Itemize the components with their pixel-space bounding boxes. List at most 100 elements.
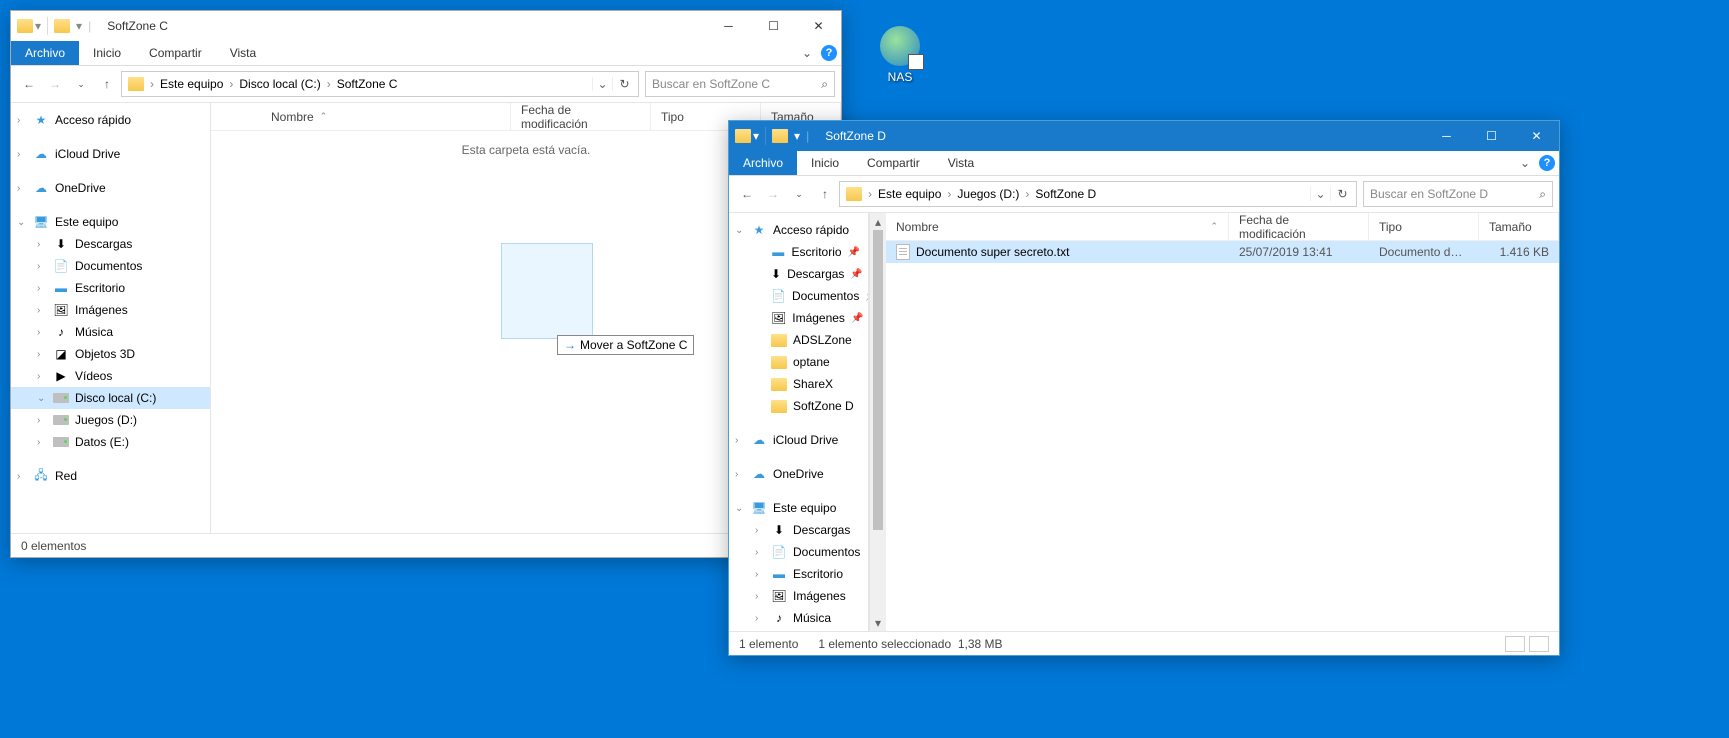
ribbon-expand-button[interactable]: ⌄ [1515,151,1535,175]
sidebar-item-onedrive[interactable]: ›☁OneDrive [11,177,210,199]
sidebar-item-quick-access[interactable]: ⌄★Acceso rápido [729,219,868,241]
back-button[interactable]: ← [17,72,41,96]
sidebar-item-this-pc[interactable]: ⌄🖥Este equipo [729,497,868,519]
up-button[interactable]: ↑ [95,72,119,96]
chevron-right-icon[interactable]: › [945,187,953,201]
tab-home[interactable]: Inicio [797,151,853,175]
forward-button[interactable]: → [43,72,67,96]
sidebar-item-downloads[interactable]: ›⬇Descargas [11,233,210,255]
sidebar-item-3d-objects[interactable]: ›◪Objetos 3D [729,629,868,631]
column-name[interactable]: Nombre⌃ [211,103,511,130]
tab-file[interactable]: Archivo [729,151,797,175]
sidebar-item-icloud[interactable]: ›☁iCloud Drive [729,429,868,451]
column-date[interactable]: Fecha de modificación [1229,213,1369,240]
sidebar-item-onedrive[interactable]: ›☁OneDrive [729,463,868,485]
sidebar-item-images[interactable]: ›🖼Imágenes [729,585,868,607]
sidebar-item-sharex[interactable]: ShareX [729,373,868,395]
address-dropdown[interactable]: ⌄ [1310,187,1330,201]
breadcrumb[interactable]: Este equipo [156,77,227,91]
sidebar-item-downloads[interactable]: ⬇Descargas📌 [729,263,868,285]
qat-button[interactable]: ▾ [35,19,41,33]
column-date[interactable]: Fecha de modificación [511,103,651,130]
column-name[interactable]: Nombre⌃ [886,213,1229,240]
maximize-button[interactable]: ☐ [751,11,796,41]
forward-button[interactable]: → [761,182,785,206]
tab-home[interactable]: Inicio [79,41,135,65]
sidebar-item-documents[interactable]: 📄Documentos📌 [729,285,868,307]
titlebar[interactable]: ▾ ▾ | SoftZone D ─ ☐ ✕ [729,121,1559,151]
sidebar-item-network[interactable]: ›🖧Red [11,465,210,487]
search-input[interactable]: Buscar en SoftZone C ⌕ [645,71,835,97]
scroll-down-button[interactable]: ▾ [870,614,886,631]
qat-dropdown[interactable]: ▾ [794,129,800,143]
sidebar-item-disk-c[interactable]: ⌄Disco local (C:) [11,387,210,409]
column-size[interactable]: Tamaño [1479,213,1559,240]
sidebar-item-softzoned[interactable]: SoftZone D [729,395,868,417]
chevron-right-icon[interactable]: › [866,187,874,201]
tab-view[interactable]: Vista [934,151,988,175]
sidebar-item-data-e[interactable]: ›Datos (E:) [11,431,210,453]
breadcrumb[interactable]: SoftZone C [333,77,402,91]
breadcrumb[interactable]: Disco local (C:) [235,77,324,91]
sidebar-item-desktop[interactable]: ▬Escritorio📌 [729,241,868,263]
chevron-right-icon[interactable]: › [148,77,156,91]
sidebar-item-optane[interactable]: optane [729,351,868,373]
sidebar-item-documents[interactable]: ›📄Documentos [729,541,868,563]
desktop-shortcut-nas[interactable]: NAS [862,26,938,84]
chevron-right-icon[interactable]: › [1023,187,1031,201]
sidebar-item-music[interactable]: ›♪Música [11,321,210,343]
refresh-button[interactable]: ↻ [612,77,636,91]
tab-view[interactable]: Vista [216,41,270,65]
sidebar-item-downloads[interactable]: ›⬇Descargas [729,519,868,541]
sidebar-item-desktop[interactable]: ›▬Escritorio [11,277,210,299]
address-dropdown[interactable]: ⌄ [592,77,612,91]
breadcrumb[interactable]: Este equipo [874,187,945,201]
sidebar-item-icloud[interactable]: ›☁iCloud Drive [11,143,210,165]
sidebar-item-this-pc[interactable]: ⌄🖥Este equipo [11,211,210,233]
tab-share[interactable]: Compartir [853,151,934,175]
ribbon-expand-button[interactable]: ⌄ [797,41,817,65]
sidebar-item-3d-objects[interactable]: ›◪Objetos 3D [11,343,210,365]
tab-share[interactable]: Compartir [135,41,216,65]
help-button[interactable]: ? [817,41,841,65]
close-button[interactable]: ✕ [1514,121,1559,151]
recent-button[interactable]: ⌄ [787,182,811,206]
qat-button[interactable]: ▾ [753,129,759,143]
file-row[interactable]: Documento super secreto.txt 25/07/2019 1… [886,241,1559,263]
close-button[interactable]: ✕ [796,11,841,41]
sidebar-item-desktop[interactable]: ›▬Escritorio [729,563,868,585]
recent-button[interactable]: ⌄ [69,72,93,96]
address-bar[interactable]: › Este equipo › Juegos (D:) › SoftZone D… [839,181,1357,207]
help-button[interactable]: ? [1535,151,1559,175]
text-document-icon [896,244,910,260]
refresh-button[interactable]: ↻ [1330,187,1354,201]
address-bar[interactable]: › Este equipo › Disco local (C:) › SoftZ… [121,71,639,97]
view-details-button[interactable] [1505,636,1525,652]
search-input[interactable]: Buscar en SoftZone D ⌕ [1363,181,1553,207]
titlebar[interactable]: ▾ ▾ | SoftZone C ─ ☐ ✕ [11,11,841,41]
sidebar-item-videos[interactable]: ›▶Vídeos [11,365,210,387]
sidebar-item-images[interactable]: ›🖼Imágenes [11,299,210,321]
minimize-button[interactable]: ─ [706,11,751,41]
chevron-right-icon[interactable]: › [325,77,333,91]
up-button[interactable]: ↑ [813,182,837,206]
scroll-up-button[interactable]: ▴ [870,213,886,230]
tab-file[interactable]: Archivo [11,41,79,65]
breadcrumb[interactable]: Juegos (D:) [953,187,1023,201]
sidebar-item-quick-access[interactable]: ›★Acceso rápido [11,109,210,131]
qat-dropdown[interactable]: ▾ [76,19,82,33]
chevron-right-icon[interactable]: › [227,77,235,91]
sidebar-item-music[interactable]: ›♪Música [729,607,868,629]
view-icons-button[interactable] [1529,636,1549,652]
column-type[interactable]: Tipo [1369,213,1479,240]
minimize-button[interactable]: ─ [1424,121,1469,151]
sidebar-item-images[interactable]: 🖼Imágenes📌 [729,307,868,329]
maximize-button[interactable]: ☐ [1469,121,1514,151]
sidebar-scrollbar[interactable]: ▴ ▾ [869,213,886,631]
breadcrumb[interactable]: SoftZone D [1031,187,1100,201]
back-button[interactable]: ← [735,182,759,206]
sidebar-item-games-d[interactable]: ›Juegos (D:) [11,409,210,431]
sidebar-item-documents[interactable]: ›📄Documentos [11,255,210,277]
sidebar-item-adslzone[interactable]: ADSLZone [729,329,868,351]
scrollbar-thumb[interactable] [873,230,883,530]
